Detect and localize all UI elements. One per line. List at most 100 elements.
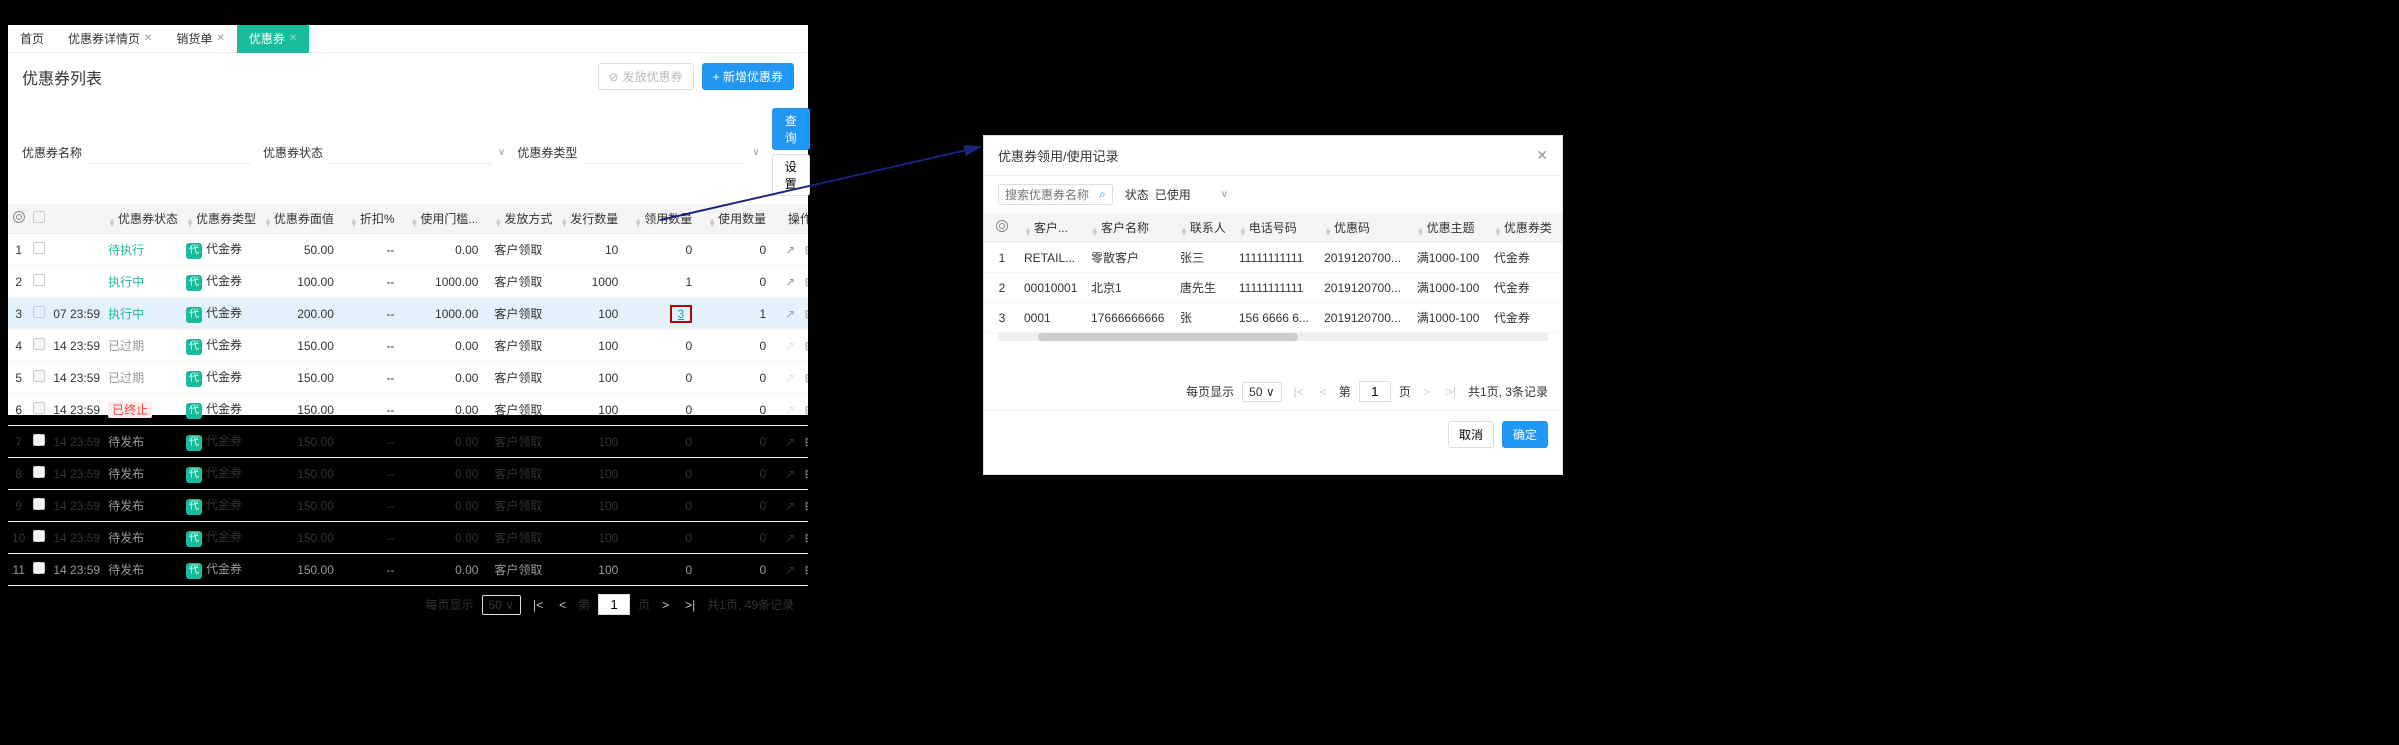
use-qty: 0 [704, 458, 778, 490]
coupon-table-wrap: ▲▼优惠券状态 ▲▼优惠券类型 ▲▼优惠券面值 ▲▼折扣% ▲▼使用门槛... … [8, 204, 808, 586]
sort-icon[interactable]: ▲▼ [634, 219, 642, 227]
query-button[interactable]: 查询 [772, 108, 810, 150]
qr-icon[interactable]: ⊞ [805, 339, 808, 353]
sort-icon[interactable]: ▲▼ [186, 219, 194, 227]
table-row[interactable]: 2 执行中 代代金券 100.00 -- 1000.00 客户领取 1000 1… [8, 266, 808, 298]
share-icon: ↗ [785, 499, 795, 513]
sort-icon[interactable]: ▲▼ [1494, 228, 1502, 236]
add-coupon-button[interactable]: + 新增优惠券 [702, 63, 794, 90]
sort-icon[interactable]: ▲▼ [708, 219, 716, 227]
close-icon[interactable]: ✕ [1536, 147, 1548, 164]
search-box[interactable]: ⌕ [998, 184, 1113, 205]
filter-status-input[interactable] [329, 141, 492, 164]
table-row[interactable]: 4 14 23:59 已过期 代代金券 150.00 -- 0.00 客户领取 … [8, 330, 808, 362]
table-row[interactable]: 3 07 23:59 执行中 代代金券 200.00 -- 1000.00 客户… [8, 298, 808, 330]
qr-icon[interactable]: ⊞ [805, 371, 808, 385]
sort-icon[interactable]: ▲▼ [1239, 228, 1247, 236]
prev-page-icon[interactable]: < [1316, 385, 1331, 399]
gear-icon[interactable] [996, 220, 1008, 232]
claim-count-link[interactable]: 3 [670, 305, 693, 323]
issue-qty: 100 [556, 426, 630, 458]
tab-销货单[interactable]: 销货单✕ [164, 25, 236, 53]
table-row[interactable]: 8 14 23:59 待发布 代代金券 150.00 -- 0.00 客户领取 … [8, 458, 808, 490]
table-row[interactable]: 5 14 23:59 已过期 代代金券 150.00 -- 0.00 客户领取 … [8, 362, 808, 394]
first-page-icon[interactable]: |< [1290, 385, 1308, 399]
horizontal-scrollbar[interactable] [998, 333, 1548, 341]
table-row[interactable]: 7 14 23:59 待发布 代代金券 150.00 -- 0.00 客户领取 … [8, 426, 808, 458]
select-all-checkbox[interactable] [33, 211, 45, 223]
sort-icon[interactable]: ▲▼ [1091, 228, 1099, 236]
qr-icon[interactable]: ⊞ [805, 531, 808, 545]
table-row[interactable]: 1 待执行 代代金券 50.00 -- 0.00 客户领取 10 0 0 ↗ ⊞ [8, 234, 808, 266]
close-icon[interactable]: ✕ [216, 33, 224, 44]
qr-icon[interactable]: ⊞ [805, 563, 808, 577]
chevron-down-icon[interactable]: ∨ [498, 147, 505, 158]
filter-name-input[interactable] [88, 141, 251, 164]
cancel-button[interactable]: 取消 [1448, 421, 1494, 448]
threshold: 0.00 [406, 490, 490, 522]
search-icon[interactable]: ⌕ [1099, 187, 1106, 202]
type-label: 代金券 [206, 562, 242, 576]
sort-icon[interactable]: ▲▼ [1024, 228, 1032, 236]
sort-icon[interactable]: ▲▼ [108, 219, 116, 227]
row-checkbox[interactable] [33, 306, 45, 318]
first-page-icon[interactable]: |< [529, 598, 547, 612]
prev-page-icon[interactable]: < [555, 598, 570, 612]
per-page-select[interactable]: 50 ∨ [482, 595, 521, 615]
row-time: 14 23:59 [49, 490, 104, 522]
close-icon[interactable]: ✕ [289, 33, 297, 44]
status-badge: 已过期 [108, 371, 144, 385]
share-icon[interactable]: ↗ [785, 275, 795, 289]
qr-icon[interactable]: ⊞ [805, 435, 808, 449]
sort-icon[interactable]: ▲▼ [264, 219, 272, 227]
qr-icon[interactable]: ⊞ [805, 403, 808, 417]
use-qty: 0 [704, 522, 778, 554]
next-page-icon[interactable]: > [1419, 385, 1434, 399]
qr-icon[interactable]: ⊞ [805, 467, 808, 481]
table-row[interactable]: 9 14 23:59 待发布 代代金券 150.00 -- 0.00 客户领取 … [8, 490, 808, 522]
qr-icon[interactable]: ⊞ [805, 275, 808, 289]
table-row[interactable]: 2 00010001 北京1 唐先生 11111111111 201912070… [984, 273, 1562, 303]
share-icon[interactable]: ↗ [785, 307, 795, 321]
row-checkbox[interactable] [33, 274, 45, 286]
sort-icon[interactable]: ▲▼ [1417, 228, 1425, 236]
table-row[interactable]: 11 14 23:59 待发布 代代金券 150.00 -- 0.00 客户领取… [8, 554, 808, 586]
last-page-icon[interactable]: >| [681, 598, 699, 612]
chevron-down-icon[interactable]: ∨ [752, 147, 759, 158]
tab-优惠券详情页[interactable]: 优惠券详情页✕ [56, 25, 164, 53]
table-row[interactable]: 6 14 23:59 已终止 代代金券 150.00 -- 0.00 客户领取 … [8, 394, 808, 426]
gear-icon[interactable] [13, 211, 25, 223]
row-checkbox[interactable] [33, 242, 45, 254]
next-page-icon[interactable]: > [658, 598, 673, 612]
per-page-label: 每页显示 [425, 596, 473, 613]
table-row[interactable]: 10 14 23:59 待发布 代代金券 150.00 -- 0.00 客户领取… [8, 522, 808, 554]
per-page-select[interactable]: 50 ∨ [1242, 382, 1281, 402]
sort-icon[interactable]: ▲▼ [1324, 228, 1332, 236]
issue-qty: 100 [556, 394, 630, 426]
page-input[interactable] [598, 594, 630, 615]
confirm-button[interactable]: 确定 [1502, 421, 1548, 448]
qr-icon[interactable]: ⊞ [805, 499, 808, 513]
sort-icon[interactable]: ▲▼ [410, 219, 418, 227]
table-row[interactable]: 1 RETAIL... 零散客户 张三 11111111111 20191207… [984, 243, 1562, 273]
qr-icon[interactable]: ⊞ [805, 243, 808, 257]
page-input[interactable] [1359, 381, 1391, 402]
share-icon[interactable]: ↗ [785, 243, 795, 257]
close-icon[interactable]: ✕ [144, 33, 152, 44]
sort-icon[interactable]: ▲▼ [560, 219, 568, 227]
page-summary: 共1页, 49条记录 [707, 596, 794, 613]
qr-icon[interactable]: ⊞ [805, 307, 808, 321]
search-input[interactable] [1005, 188, 1095, 202]
code: 2019120700... [1320, 243, 1413, 273]
sort-icon[interactable]: ▲▼ [494, 219, 502, 227]
settings-button[interactable]: 设置 [772, 154, 810, 196]
last-page-icon[interactable]: >| [1442, 385, 1460, 399]
tab-首页[interactable]: 首页 [8, 25, 56, 53]
sort-icon[interactable]: ▲▼ [350, 219, 358, 227]
tab-优惠券[interactable]: 优惠券✕ [237, 25, 309, 53]
sort-icon[interactable]: ▲▼ [1180, 228, 1188, 236]
state-select[interactable]: 已使用 ∨ [1155, 186, 1228, 203]
issue-coupon-button[interactable]: ⊘ 发放优惠券 [598, 63, 694, 90]
filter-type-input[interactable] [583, 141, 746, 164]
table-row[interactable]: 3 0001 17666666666 张 156 6666 6... 20191… [984, 303, 1562, 333]
